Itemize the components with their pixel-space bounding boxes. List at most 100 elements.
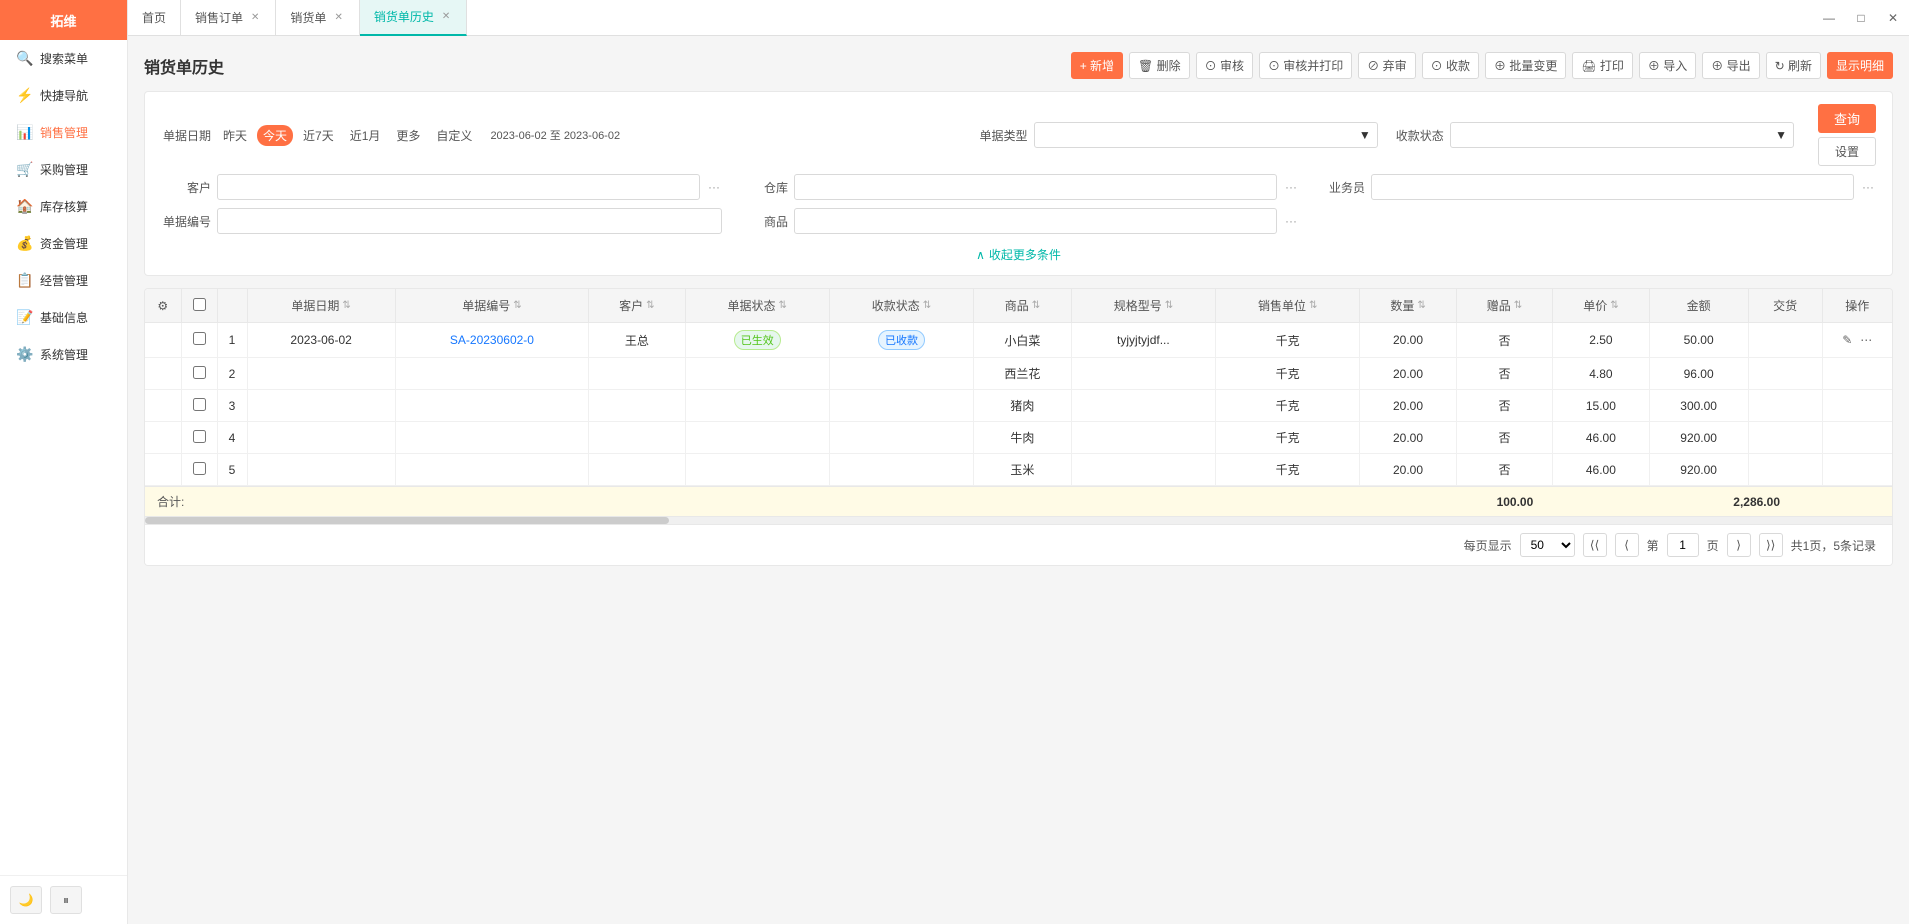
- th-doc-status[interactable]: 单据状态 ⇅: [685, 289, 829, 323]
- td-doc-no[interactable]: [395, 422, 588, 454]
- doc-no-link[interactable]: SA-20230602-0: [450, 333, 534, 347]
- date-tab-more[interactable]: 更多: [390, 125, 426, 146]
- edit-action-btn[interactable]: ✎: [1838, 331, 1856, 349]
- td-doc-no[interactable]: [395, 390, 588, 422]
- export-button[interactable]: ⊕ 导出: [1702, 52, 1759, 79]
- maximize-button[interactable]: □: [1845, 0, 1877, 36]
- th-spec[interactable]: 规格型号 ⇅: [1071, 289, 1215, 323]
- type-select[interactable]: ▼: [1034, 122, 1378, 148]
- sidebar-item-sys-mgmt[interactable]: ⚙️ 系统管理: [0, 336, 127, 373]
- delete-button[interactable]: 🗑 删除: [1129, 52, 1190, 79]
- td-action[interactable]: [1822, 422, 1892, 454]
- batch-change-button[interactable]: ⊕ 批量变更: [1485, 52, 1566, 79]
- th-price[interactable]: 单价 ⇅: [1553, 289, 1649, 323]
- staff-input[interactable]: [1371, 174, 1854, 200]
- show-detail-button[interactable]: 显示明细: [1827, 52, 1893, 79]
- tab-sales-order-label: 销售订单: [195, 9, 243, 26]
- prev-page-button[interactable]: ⟨: [1615, 533, 1639, 557]
- setting-button[interactable]: 设置: [1818, 137, 1876, 166]
- page-number-input[interactable]: [1667, 533, 1699, 557]
- query-button[interactable]: 查询: [1818, 104, 1876, 133]
- date-tab-yesterday[interactable]: 昨天: [217, 125, 253, 146]
- date-tab-today[interactable]: 今天: [257, 125, 293, 146]
- customer-dots-btn[interactable]: ···: [706, 180, 722, 194]
- next-page-button[interactable]: ⟩: [1727, 533, 1751, 557]
- td-checkbox[interactable]: [181, 422, 217, 454]
- tab-sales-history-close[interactable]: ✕: [440, 11, 452, 22]
- sidebar-footer-btn2[interactable]: ⏸: [50, 886, 82, 914]
- th-settings[interactable]: ⚙: [145, 289, 181, 323]
- th-doc-date[interactable]: 单据日期 ⇅: [247, 289, 395, 323]
- goods-dots-btn[interactable]: ···: [1283, 214, 1299, 228]
- print-button[interactable]: 🖨 打印: [1572, 52, 1633, 79]
- row-checkbox[interactable]: [193, 430, 206, 443]
- warehouse-input[interactable]: [794, 174, 1277, 200]
- first-page-button[interactable]: ⟨⟨: [1583, 533, 1607, 557]
- td-doc-no[interactable]: [395, 358, 588, 390]
- td-doc-no[interactable]: SA-20230602-0: [395, 323, 588, 358]
- sidebar-item-inventory[interactable]: 🏠 库存核算: [0, 188, 127, 225]
- sidebar-item-search-menu[interactable]: 🔍 搜索菜单: [0, 40, 127, 77]
- more-action-btn[interactable]: ⋯: [1856, 331, 1876, 349]
- td-action[interactable]: [1822, 358, 1892, 390]
- td-goods: 西兰花: [974, 358, 1072, 390]
- close-button[interactable]: ✕: [1877, 0, 1909, 36]
- refresh-button[interactable]: ↻ 刷新: [1766, 52, 1821, 79]
- sidebar-item-finance[interactable]: 💰 资金管理: [0, 225, 127, 262]
- select-all-checkbox[interactable]: [193, 298, 206, 311]
- td-checkbox[interactable]: [181, 323, 217, 358]
- sidebar-item-quick-nav[interactable]: ⚡ 快捷导航: [0, 77, 127, 114]
- goods-input[interactable]: [794, 208, 1277, 234]
- row-checkbox[interactable]: [193, 366, 206, 379]
- new-button[interactable]: + 新增: [1071, 52, 1123, 79]
- status-select[interactable]: ▼: [1450, 122, 1794, 148]
- tab-sales-order-close[interactable]: ✕: [249, 12, 261, 23]
- date-tab-custom[interactable]: 自定义: [430, 125, 478, 146]
- td-checkbox[interactable]: [181, 358, 217, 390]
- tab-sales-history[interactable]: 销货单历史 ✕: [360, 0, 467, 36]
- review-button[interactable]: ⊙ 审核: [1196, 52, 1253, 79]
- td-checkbox[interactable]: [181, 390, 217, 422]
- warehouse-dots-btn[interactable]: ···: [1283, 180, 1299, 194]
- td-doc-no[interactable]: [395, 454, 588, 486]
- horizontal-scrollbar[interactable]: [145, 516, 1892, 524]
- th-doc-no[interactable]: 单据编号 ⇅: [395, 289, 588, 323]
- staff-dots-btn[interactable]: ···: [1860, 180, 1876, 194]
- row-checkbox[interactable]: [193, 398, 206, 411]
- th-qty[interactable]: 数量 ⇅: [1360, 289, 1456, 323]
- sidebar-item-basic-info[interactable]: 📝 基础信息: [0, 299, 127, 336]
- th-goods[interactable]: 商品 ⇅: [974, 289, 1072, 323]
- tab-home[interactable]: 首页: [128, 0, 181, 36]
- tab-sales-goods-close[interactable]: ✕: [332, 12, 344, 23]
- collect-button[interactable]: ⊙ 收款: [1422, 52, 1479, 79]
- last-page-button[interactable]: ⟩⟩: [1759, 533, 1783, 557]
- review-print-button[interactable]: ⊙ 审核并打印: [1259, 52, 1352, 79]
- collapse-button[interactable]: ∧ 收起更多条件: [976, 246, 1061, 263]
- filter-doc-type: 单据类型 ▼: [978, 122, 1378, 148]
- tab-sales-goods[interactable]: 销货单 ✕: [276, 0, 359, 36]
- th-pay-status[interactable]: 收款状态 ⇅: [829, 289, 973, 323]
- th-unit[interactable]: 销售单位 ⇅: [1216, 289, 1360, 323]
- minimize-button[interactable]: —: [1813, 0, 1845, 36]
- date-tab-7days[interactable]: 近7天: [297, 125, 340, 146]
- sidebar-item-purchase-mgmt[interactable]: 🛒 采购管理: [0, 151, 127, 188]
- row-checkbox[interactable]: [193, 332, 206, 345]
- th-customer[interactable]: 客户 ⇅: [589, 289, 685, 323]
- sidebar-item-sales-mgmt[interactable]: 📊 销售管理: [0, 114, 127, 151]
- abandon-button[interactable]: ⊘ 弃审: [1358, 52, 1415, 79]
- doc-no-input[interactable]: [217, 208, 722, 234]
- td-action[interactable]: ✎⋯: [1822, 323, 1892, 358]
- td-action[interactable]: [1822, 454, 1892, 486]
- tab-sales-order[interactable]: 销售订单 ✕: [181, 0, 276, 36]
- row-checkbox[interactable]: [193, 462, 206, 475]
- customer-input[interactable]: [217, 174, 700, 200]
- td-checkbox[interactable]: [181, 454, 217, 486]
- per-page-select[interactable]: 50 100 200: [1520, 533, 1575, 557]
- sidebar-footer-btn1[interactable]: 🌙: [10, 886, 42, 914]
- import-button[interactable]: ⊕ 导入: [1639, 52, 1696, 79]
- sidebar-item-operation[interactable]: 📋 经营管理: [0, 262, 127, 299]
- scrollbar-thumb[interactable]: [145, 517, 669, 524]
- td-action[interactable]: [1822, 390, 1892, 422]
- date-tab-1month[interactable]: 近1月: [344, 125, 387, 146]
- th-gift[interactable]: 赠品 ⇅: [1456, 289, 1552, 323]
